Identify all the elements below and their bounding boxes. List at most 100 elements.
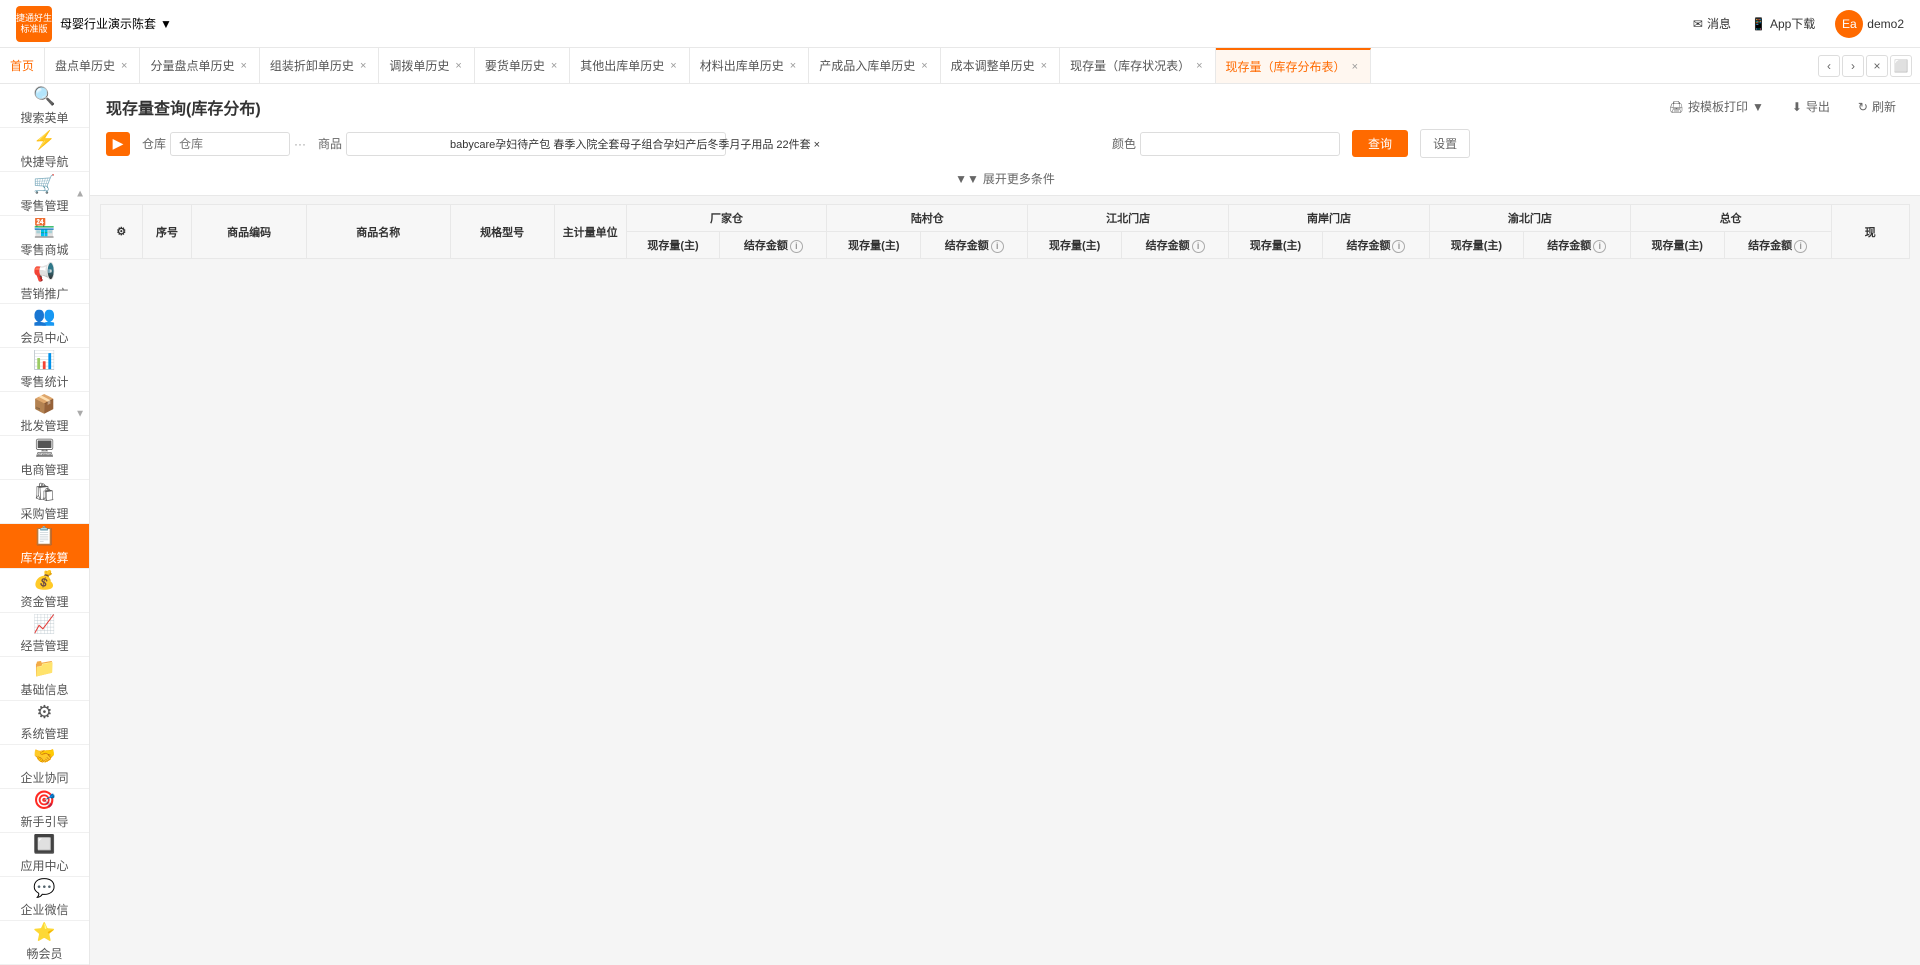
tab-close-icon[interactable]: × xyxy=(453,59,463,73)
sidebar-item-retail[interactable]: 🛒 零售管理 ▲ xyxy=(0,172,89,216)
page-actions: 🖨 按模板打印 ▼ ⬇ 导出 ↻ 刷新 xyxy=(1661,94,1904,119)
tab-close-icon[interactable]: × xyxy=(1350,60,1360,74)
sidebar-item-inventory[interactable]: 📋 库存核算 xyxy=(0,524,89,568)
quicknav-icon: ⚡ xyxy=(33,130,55,151)
refresh-btn[interactable]: ↻ 刷新 xyxy=(1850,94,1904,119)
sidebar-item-marketing[interactable]: 📢 营销推广 xyxy=(0,260,89,304)
tab-material-out[interactable]: 材料出库单历史 × xyxy=(690,48,809,84)
sidebar-item-retail-stat[interactable]: 📊 零售统计 xyxy=(0,348,89,392)
data-table: ⚙ 序号 商品编码 商品名称 规格型号 主计量单位 厂家仓 陆村仓 江北门店 南… xyxy=(100,204,1910,259)
warehouse-dots[interactable]: ··· xyxy=(294,137,306,151)
fac-amt-info-icon[interactable]: i xyxy=(790,240,803,253)
tabs-next-btn[interactable]: › xyxy=(1842,55,1864,77)
warehouse-label: 仓库 xyxy=(142,135,166,152)
sidebar-item-system[interactable]: ⚙ 系统管理 xyxy=(0,701,89,745)
sidebar-label: 畅会员 xyxy=(26,945,62,962)
print-btn[interactable]: 🖨 按模板打印 ▼ xyxy=(1661,94,1772,119)
sidebar-item-basic[interactable]: 📁 基础信息 xyxy=(0,657,89,701)
tab-other-out[interactable]: 其他出库单历史 × xyxy=(570,48,689,84)
warehouse-input[interactable] xyxy=(170,132,290,156)
jb-amt-info-icon[interactable]: i xyxy=(1192,240,1205,253)
tab-branch-inventory[interactable]: 分量盘点单历史 × xyxy=(140,48,259,84)
tab-transfer[interactable]: 调拨单历史 × xyxy=(379,48,474,84)
user-menu[interactable]: Ea demo2 xyxy=(1835,10,1904,38)
tab-assembly[interactable]: 组装折卸单历史 × xyxy=(260,48,379,84)
export-btn[interactable]: ⬇ 导出 xyxy=(1784,94,1838,119)
sidebar-item-finance[interactable]: 💰 资金管理 xyxy=(0,569,89,613)
sidebar-item-wechat[interactable]: 💬 企业微信 xyxy=(0,877,89,921)
sidebar-item-purchase[interactable]: 🛍 采购管理 xyxy=(0,480,89,524)
app-icon: 📱 xyxy=(1751,17,1766,31)
color-field: 颜色 xyxy=(1112,132,1340,156)
sidebar-label: 零售管理 xyxy=(20,197,68,214)
col-factory-group: 厂家仓 xyxy=(626,205,827,232)
sidebar-label: 库存核算 xyxy=(20,549,68,566)
tab-close-icon[interactable]: × xyxy=(119,59,129,73)
tab-close-icon[interactable]: × xyxy=(668,59,678,73)
more-conditions-btn[interactable]: ▼▼ 展开更多条件 xyxy=(955,170,1055,187)
sidebar-item-operation[interactable]: 📈 经营管理 xyxy=(0,613,89,657)
tab-close-icon[interactable]: × xyxy=(788,59,798,73)
sidebar-label: 新手引导 xyxy=(20,813,68,830)
tab-close-icon[interactable]: × xyxy=(358,59,368,73)
expand-arrow-icon: ▲ xyxy=(75,188,85,199)
enterprise-icon: 🤝 xyxy=(33,746,55,767)
sidebar-item-guide[interactable]: 🎯 新手引导 xyxy=(0,789,89,833)
top-right: ✉ 消息 📱 App下载 Ea demo2 xyxy=(1693,10,1904,38)
inventory-icon: 📋 xyxy=(33,526,55,547)
tab-close-icon[interactable]: × xyxy=(549,59,559,73)
south-amt-info-icon[interactable]: i xyxy=(991,240,1004,253)
goods-field: 商品 babycare孕妇待产包 春季入院全套母子组合孕妇产后冬季月子用品 22… xyxy=(318,132,1100,156)
tab-label: 材料出库单历史 xyxy=(700,57,784,74)
dropdown-arrow-icon: ▼ xyxy=(160,17,172,31)
settings-btn[interactable]: 设置 xyxy=(1420,129,1470,158)
tab-label: 盘点单历史 xyxy=(55,57,115,74)
yb-amt-info-icon[interactable]: i xyxy=(1593,240,1606,253)
sidebar-item-wholesale[interactable]: 📦 批发管理 ▼ xyxy=(0,392,89,436)
tab-close-icon[interactable]: × xyxy=(1039,59,1049,73)
tab-close-icon[interactable]: × xyxy=(238,59,248,73)
tab-home[interactable]: 首页 xyxy=(0,48,45,84)
color-input[interactable] xyxy=(1140,132,1340,156)
industry-dropdown[interactable]: 母婴行业演示陈套 ▼ xyxy=(60,15,172,32)
industry-label: 母婴行业演示陈套 xyxy=(60,15,156,32)
operation-icon: 📈 xyxy=(33,614,55,635)
sidebar-item-search[interactable]: 🔍 搜索英单 xyxy=(0,84,89,128)
tab-stock-dist[interactable]: 现存量（库存分布表） × xyxy=(1216,48,1371,84)
sidebar-label: 经营管理 xyxy=(20,637,68,654)
tab-cost-adjust[interactable]: 成本调整单历史 × xyxy=(941,48,1060,84)
sidebar-item-enterprise[interactable]: 🤝 企业协同 xyxy=(0,745,89,789)
tab-close-icon[interactable]: × xyxy=(1194,59,1204,73)
page-title: 现存量查询(库存分布) xyxy=(106,95,261,119)
stat-icon: 📊 xyxy=(33,350,55,371)
tab-requisition[interactable]: 要货单历史 × xyxy=(475,48,570,84)
col-current: 现 xyxy=(1831,205,1909,259)
tabs-expand-btn[interactable]: ⬜ xyxy=(1890,55,1912,77)
total-amt-info-icon[interactable]: i xyxy=(1794,240,1807,253)
tab-product-in[interactable]: 产成品入库单历史 × xyxy=(809,48,940,84)
message-label: 消息 xyxy=(1707,15,1731,32)
sidebar-item-member[interactable]: 👥 会员中心 xyxy=(0,304,89,348)
goods-input[interactable] xyxy=(346,132,726,156)
tabs-close-all-btn[interactable]: × xyxy=(1866,55,1888,77)
table-area: ⚙ 序号 商品编码 商品名称 规格型号 主计量单位 厂家仓 陆村仓 江北门店 南… xyxy=(90,196,1920,965)
ns-amt-info-icon[interactable]: i xyxy=(1392,240,1405,253)
sidebar-item-membership[interactable]: ⭐ 畅会员 xyxy=(0,921,89,965)
tab-inventory-count[interactable]: 盘点单历史 × xyxy=(45,48,140,84)
filter-expand-btn[interactable]: ▶ xyxy=(106,132,130,156)
tab-close-icon[interactable]: × xyxy=(919,59,929,73)
message-btn[interactable]: ✉ 消息 xyxy=(1693,15,1731,32)
sidebar-item-apps[interactable]: 🔲 应用中心 xyxy=(0,833,89,877)
col-gear[interactable]: ⚙ xyxy=(101,205,143,259)
app-download-btn[interactable]: 📱 App下载 xyxy=(1751,15,1815,32)
col-unit: 主计量单位 xyxy=(554,205,626,259)
search-icon: 🔍 xyxy=(33,86,55,107)
sidebar-item-quicknav[interactable]: ⚡ 快捷导航 xyxy=(0,128,89,172)
query-btn[interactable]: 查询 xyxy=(1352,130,1408,157)
tab-stock-status[interactable]: 现存量（库存状况表） × xyxy=(1060,48,1215,84)
sidebar-item-ecommerce[interactable]: 🖥 电商管理 xyxy=(0,436,89,480)
tabs-prev-btn[interactable]: ‹ xyxy=(1818,55,1840,77)
col-nanshan-group: 南岸门店 xyxy=(1229,205,1430,232)
sidebar-item-retail-shop[interactable]: 🏪 零售商城 xyxy=(0,216,89,260)
sidebar-label: 企业协同 xyxy=(20,769,68,786)
